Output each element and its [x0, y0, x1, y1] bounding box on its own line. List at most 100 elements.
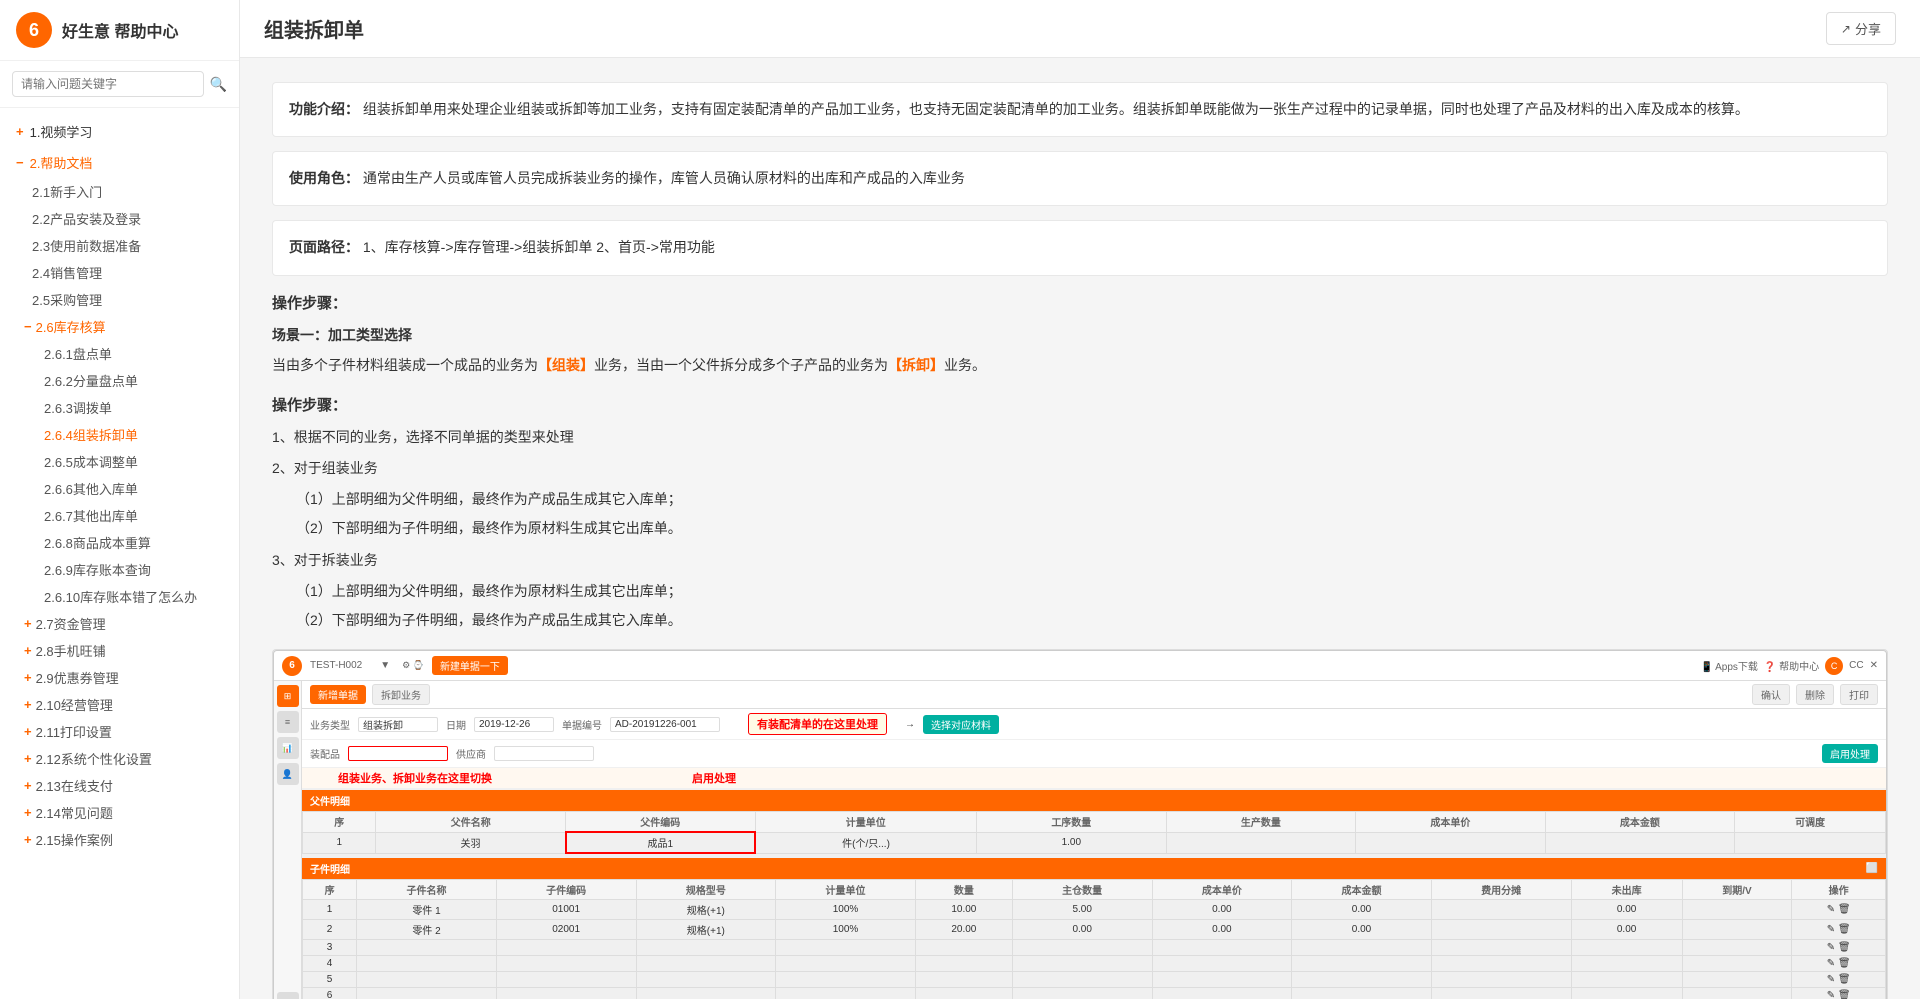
- search-input[interactable]: [12, 71, 204, 97]
- app-form-row1: 业务类型 日期 单据编号 有装配清单的在这里处理 → 选择对应材料: [302, 709, 1886, 740]
- app-sidebar-order[interactable]: ≡: [277, 711, 299, 733]
- td-cost-amount: [1545, 832, 1735, 853]
- minus-icon: −: [16, 155, 24, 170]
- th-schedulable: 可调度: [1735, 812, 1886, 833]
- func-intro-label: 功能介绍：: [289, 101, 359, 117]
- btn-enable[interactable]: 启用处理: [1822, 744, 1878, 763]
- sidebar-item-docs-262[interactable]: 2.6.2分量盘点单: [0, 367, 239, 394]
- field-product-input[interactable]: [348, 746, 448, 761]
- plus-icon-215: +: [24, 832, 32, 847]
- sidebar-item-docs-263[interactable]: 2.6.3调拨单: [0, 394, 239, 421]
- sidebar-item-docs-28[interactable]: + 2.8手机旺铺: [0, 637, 239, 664]
- tab-new-doc[interactable]: 新增单据: [310, 685, 366, 704]
- sidebar-item-docs-213[interactable]: + 2.13在线支付: [0, 772, 239, 799]
- field-no-label: 单据编号: [562, 717, 602, 732]
- share-button[interactable]: ↗ 分享: [1826, 12, 1896, 45]
- sidebar-item-video[interactable]: + 1.视频学习: [0, 116, 239, 147]
- app-body: ⊞ ≡ 📊 👤 ⚙ ℹ ⋮: [274, 681, 1886, 999]
- td-cost-price: [1356, 832, 1546, 853]
- new-doc-button[interactable]: 新建单据一下: [432, 656, 508, 675]
- sidebar-item-docs-23[interactable]: 2.3使用前数据准备: [0, 232, 239, 259]
- plus-icon-29: +: [24, 670, 32, 685]
- step2-text: 2、对于组装业务: [272, 456, 1888, 481]
- td-schedulable: [1735, 832, 1886, 853]
- table-row: 6✎ 🗑: [303, 988, 1886, 999]
- btn-delete[interactable]: 删除: [1796, 684, 1834, 705]
- role-text: 通常由生产人员或库管人员完成拆装业务的操作，库管人员确认原材料的出库和产成品的入…: [363, 170, 965, 186]
- th-unout: 未出库: [1571, 880, 1682, 900]
- btn-print[interactable]: 打印: [1840, 684, 1878, 705]
- sidebar-app-title: 好生意 帮助中心: [62, 18, 178, 42]
- sidebar-item-docs-264[interactable]: 2.6.4组装拆卸单: [0, 421, 239, 448]
- th-parent-code: 父件编码: [566, 812, 756, 833]
- app-sidebar: ⊞ ≡ 📊 👤 ⚙ ℹ ⋮: [274, 681, 302, 999]
- sidebar-item-docs-22[interactable]: 2.2产品安装及登录: [0, 205, 239, 232]
- field-supplier-input[interactable]: [494, 746, 594, 761]
- sidebar-nav: + 1.视频学习 − 2.帮助文档 2.1新手入门 2.2产品安装及登录 2.3…: [0, 108, 239, 999]
- screenshot-wrapper: 6 TEST-H002 ▼ ⚙ ⌚ 新建单据一下 📱 Apps下载 ❓ 帮助中心…: [273, 650, 1887, 999]
- sidebar-item-docs-26[interactable]: − 2.6库存核算: [0, 313, 239, 340]
- sidebar-item-docs-25[interactable]: 2.5采购管理: [0, 286, 239, 313]
- btn-confirm[interactable]: 确认: [1752, 684, 1790, 705]
- tab-disassembly[interactable]: 拆卸业务: [372, 684, 430, 705]
- sidebar-item-docs-214[interactable]: + 2.14常见问题: [0, 799, 239, 826]
- sidebar-item-docs-210[interactable]: + 2.10经营管理: [0, 691, 239, 718]
- th-main-qty: 主仓数量: [1012, 880, 1152, 900]
- app-sidebar-home[interactable]: ⊞: [277, 685, 299, 707]
- app-sidebar-chart[interactable]: 📊: [277, 737, 299, 759]
- app-topbar-right: 📱 Apps下载 ❓ 帮助中心 C CC ✕: [1700, 657, 1878, 675]
- app-screenshot-container: 6 TEST-H002 ▼ ⚙ ⌚ 新建单据一下 📱 Apps下载 ❓ 帮助中心…: [272, 649, 1888, 999]
- search-icon[interactable]: 🔍: [210, 76, 227, 93]
- sidebar-item-docs-268[interactable]: 2.6.8商品成本重算: [0, 529, 239, 556]
- table-row: 4✎ 🗑: [303, 956, 1886, 972]
- sidebar-item-docs-29[interactable]: + 2.9优惠券管理: [0, 664, 239, 691]
- expand-icon[interactable]: ⬜: [1866, 863, 1878, 874]
- path-block: 页面路径： 1、库存核算->库存管理->组装拆卸单 2、首页->常用功能: [272, 220, 1888, 275]
- field-no-input[interactable]: [610, 717, 720, 732]
- help-label: ❓ 帮助中心: [1764, 658, 1819, 673]
- close-icon[interactable]: ✕: [1870, 660, 1878, 671]
- lower-table-section: 子件明细 ⬜ 序 子件名称 子件编码 规: [302, 856, 1886, 999]
- step2-sub1-text: （1）上部明细为父件明细，最终作为产成品生成其它入库单；: [296, 487, 1888, 512]
- annotation-bom: 有装配清单的在这里处理: [748, 713, 887, 735]
- sidebar-item-docs-215[interactable]: + 2.15操作案例: [0, 826, 239, 853]
- section-parent-title: 父件明细: [302, 790, 1886, 811]
- th-cost-amount: 成本金额: [1545, 812, 1735, 833]
- plus-icon-214: +: [24, 805, 32, 820]
- field-type-input[interactable]: [358, 717, 438, 732]
- step2-sub2-text: （2）下部明细为子件明细，最终作为原材料生成其它出库单。: [296, 516, 1888, 541]
- plus-icon-210: +: [24, 697, 32, 712]
- td-unit: 件(个/只...): [755, 832, 977, 853]
- sidebar-item-docs-265[interactable]: 2.6.5成本调整单: [0, 448, 239, 475]
- sidebar-item-docs-261[interactable]: 2.6.1盘点单: [0, 340, 239, 367]
- sidebar-header: 6 好生意 帮助中心: [0, 0, 239, 61]
- app-sidebar-settings[interactable]: ⚙: [277, 992, 299, 999]
- section-child-label: 子件明细: [310, 861, 350, 876]
- th-qty: 数量: [915, 880, 1012, 900]
- sidebar-item-docs-266[interactable]: 2.6.6其他入库单: [0, 475, 239, 502]
- sidebar-item-docs[interactable]: − 2.帮助文档: [0, 147, 239, 178]
- th-alloc: 费用分摊: [1431, 880, 1571, 900]
- sidebar-item-docs-24[interactable]: 2.4销售管理: [0, 259, 239, 286]
- sidebar-item-docs-267[interactable]: 2.6.7其他出库单: [0, 502, 239, 529]
- parent-table: 序 父件名称 父件编码 计量单位 工序数量 生产数量 成本单价 成本金额: [302, 811, 1886, 854]
- path-text: 1、库存核算->库存管理->组装拆卸单 2、首页->常用功能: [363, 239, 715, 255]
- field-date-input[interactable]: [474, 717, 554, 732]
- app-logo: 6: [282, 656, 302, 676]
- bracket-disassembly: 【拆卸】: [888, 357, 944, 373]
- th-ops: 操作: [1792, 880, 1886, 900]
- sidebar-item-docs-21[interactable]: 2.1新手入门: [0, 178, 239, 205]
- sidebar-item-docs-27[interactable]: + 2.7资金管理: [0, 610, 239, 637]
- table-row: 1 零件 1 01001 规格(+1) 100% 10.00 5.00 0.00: [303, 900, 1886, 920]
- btn-select-material[interactable]: 选择对应材料: [923, 715, 999, 734]
- sidebar-item-docs-2610[interactable]: 2.6.10库存账本错了怎么办: [0, 583, 239, 610]
- td-seq: 1: [303, 832, 376, 853]
- app-sidebar-user[interactable]: 👤: [277, 763, 299, 785]
- sidebar-item-docs-212[interactable]: + 2.12系统个性化设置: [0, 745, 239, 772]
- sidebar: 6 好生意 帮助中心 🔍 + 1.视频学习 − 2.帮助文档 2.1新手入门 2…: [0, 0, 240, 999]
- share-icon: ↗: [1841, 22, 1851, 36]
- field-type-label: 业务类型: [310, 717, 350, 732]
- th-prod-qty: 生产数量: [1166, 812, 1356, 833]
- sidebar-item-docs-269[interactable]: 2.6.9库存账本查询: [0, 556, 239, 583]
- sidebar-item-docs-211[interactable]: + 2.11打印设置: [0, 718, 239, 745]
